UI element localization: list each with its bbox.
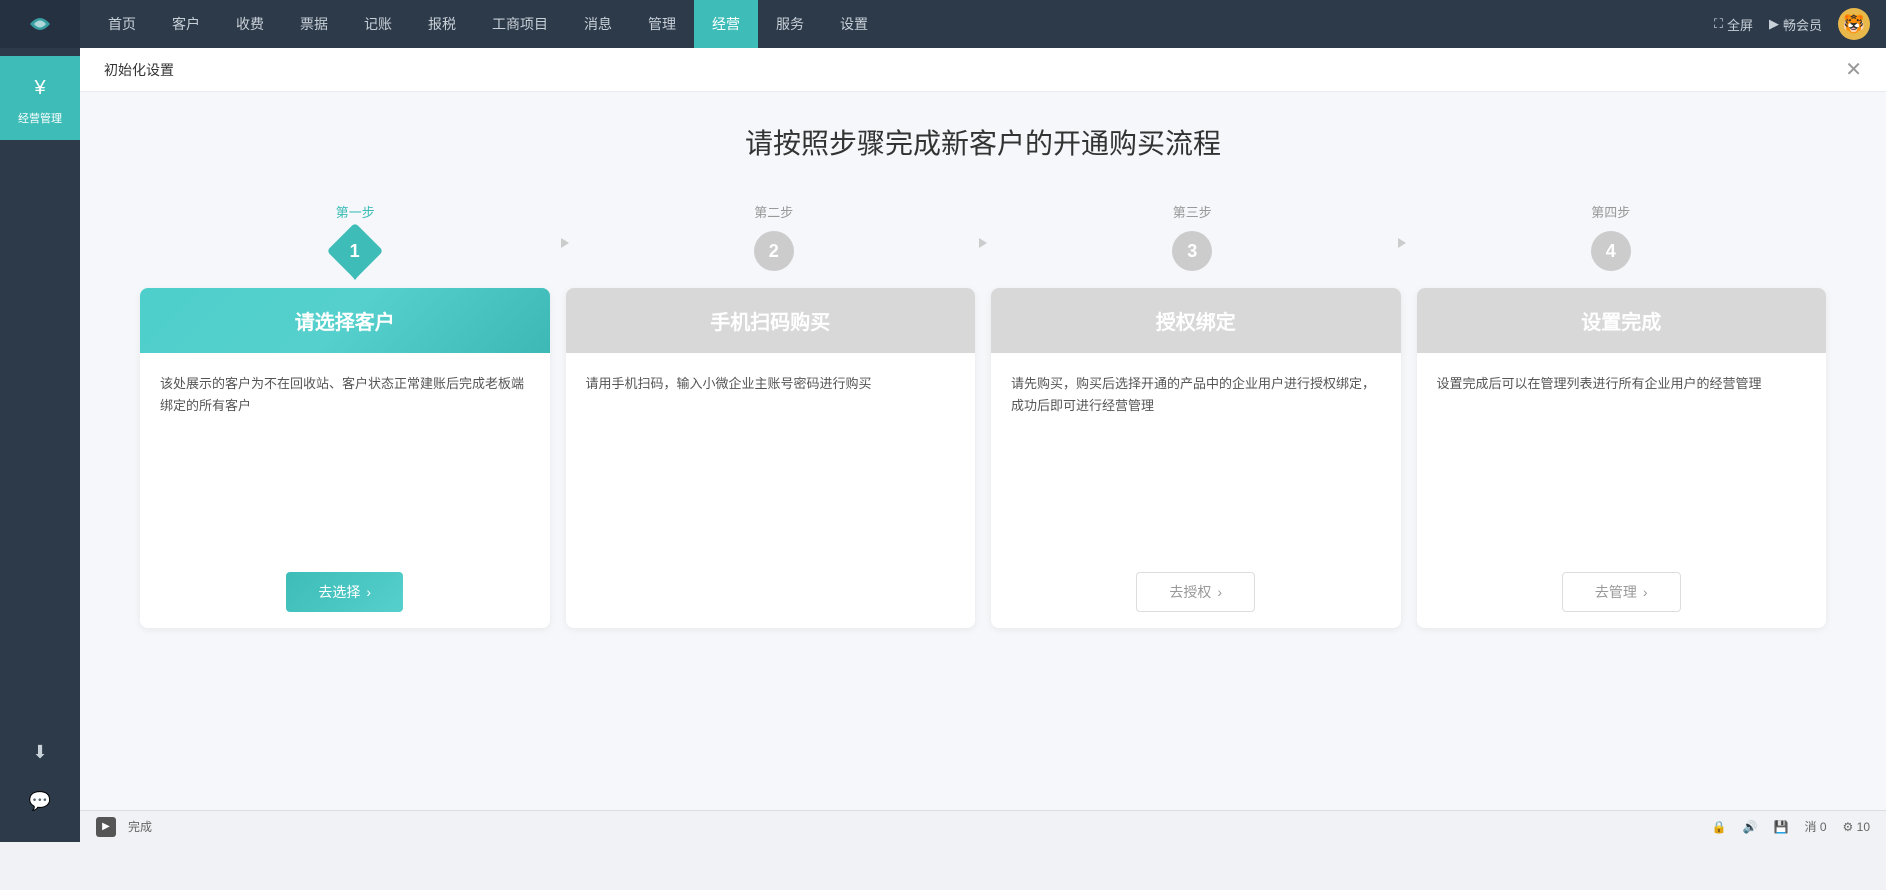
wizard-title: 请按照步骤完成新客户的开通购买流程: [140, 122, 1826, 162]
play-button[interactable]: ▶: [96, 817, 116, 837]
sidebar-support[interactable]: 💬: [0, 781, 80, 822]
management-icon: ¥: [22, 70, 58, 106]
nav-customer[interactable]: 客户: [154, 0, 218, 48]
step-card-3: 授权绑定 请先购买，购买后选择开通的产品中的企业用户进行授权绑定，成功后即可进行…: [991, 288, 1401, 628]
step-1-number: 1: [350, 240, 360, 261]
card-3-footer: 去授权 ›: [991, 556, 1401, 628]
wizard-body: 请按照步骤完成新客户的开通购买流程 第一步 1 第二步: [80, 92, 1886, 810]
sidebar-item-label: 经营管理: [18, 110, 62, 126]
breadcrumb: 初始化设置: [104, 60, 174, 80]
step-card-2: 手机扫码购买 请用手机扫码，输入小微企业主账号密码进行购买: [566, 288, 976, 628]
support-icon: 💬: [29, 791, 51, 812]
card-2-description: 请用手机扫码，输入小微企业主账号密码进行购买: [586, 373, 956, 576]
play-icon: ▶: [1769, 16, 1779, 32]
card-3-header: 授权绑定: [991, 288, 1401, 353]
status-shield-icon: 🔒: [1712, 820, 1727, 834]
sidebar: ¥ 经营管理 ⬇ 💬: [0, 0, 80, 842]
card-2-body: 请用手机扫码，输入小微企业主账号密码进行购买: [566, 353, 976, 596]
download-icon: ⬇: [32, 742, 47, 763]
card-1-description: 该处展示的客户为不在回收站、客户状态正常建账后完成老板端绑定的所有客户: [160, 373, 530, 536]
arrow-right-icon-4: ›: [1643, 584, 1648, 600]
card-1-title: 请选择客户: [295, 312, 395, 334]
arrow-3: [1398, 202, 1406, 248]
step-card-4: 设置完成 设置完成后可以在管理列表进行所有企业用户的经营管理 去管理 ›: [1417, 288, 1827, 628]
top-nav: 首页 客户 收费 票据 记账 报税 工商项目 消息 管理 经营 服务 设置 ⛶ …: [0, 0, 1886, 48]
nav-message[interactable]: 消息: [566, 0, 630, 48]
top-nav-right: ⛶ 全屏 ▶ 畅会员 🐯: [1714, 8, 1886, 40]
close-button[interactable]: ✕: [1845, 60, 1862, 80]
card-4-header: 设置完成: [1417, 288, 1827, 353]
step-2-circle: 2: [754, 231, 794, 271]
status-right: 🔒 🔊 💾 消 0 ⚙ 10: [1712, 818, 1870, 835]
main-content: 初始化设置 ✕ 请按照步骤完成新客户的开通购买流程 第一步 1: [80, 48, 1886, 810]
nav-invoice[interactable]: 票据: [282, 0, 346, 48]
status-sound-icon: 🔊: [1743, 820, 1758, 834]
card-3-btn[interactable]: 去授权 ›: [1136, 572, 1255, 612]
nav-tax[interactable]: 报税: [410, 0, 474, 48]
card-4-footer: 去管理 ›: [1417, 556, 1827, 628]
step-3-label: 第三步: [1173, 202, 1212, 221]
card-1-footer: 去选择 ›: [140, 556, 550, 628]
nav-settings[interactable]: 设置: [822, 0, 886, 48]
status-text: 完成: [128, 818, 152, 835]
sidebar-item-management[interactable]: ¥ 经营管理: [0, 56, 80, 140]
nav-fee[interactable]: 收费: [218, 0, 282, 48]
card-3-body: 请先购买，购买后选择开通的产品中的企业用户进行授权绑定，成功后即可进行经营管理: [991, 353, 1401, 556]
sidebar-download[interactable]: ⬇: [0, 732, 80, 773]
card-2-title: 手机扫码购买: [710, 312, 830, 334]
sidebar-bottom: ⬇ 💬: [0, 732, 80, 842]
arrow-2: [979, 202, 987, 248]
step-3-header: 第三步 3: [987, 202, 1398, 271]
arrow-1: [561, 202, 569, 248]
nav-operation[interactable]: 经营: [694, 0, 758, 48]
fullscreen-icon: ⛶: [1714, 16, 1723, 32]
card-4-body: 设置完成后可以在管理列表进行所有企业用户的经营管理: [1417, 353, 1827, 556]
breadcrumb-bar: 初始化设置 ✕: [80, 48, 1886, 92]
step-2-header: 第二步 2: [569, 202, 980, 271]
step-1-label: 第一步: [336, 202, 375, 221]
status-save-icon: 💾: [1774, 820, 1789, 834]
status-settings: ⚙ 10: [1843, 820, 1870, 834]
fullscreen-btn[interactable]: ⛶ 全屏: [1714, 15, 1753, 34]
card-4-btn[interactable]: 去管理 ›: [1562, 572, 1681, 612]
status-bar: ▶ 完成 🔒 🔊 💾 消 0 ⚙ 10: [80, 810, 1886, 842]
card-3-title: 授权绑定: [1156, 312, 1236, 334]
step-3-circle: 3: [1172, 231, 1212, 271]
sidebar-logo: [0, 0, 80, 48]
card-2-footer: [566, 596, 976, 628]
step-4-header: 第四步 4: [1406, 202, 1817, 271]
card-4-description: 设置完成后可以在管理列表进行所有企业用户的经营管理: [1437, 373, 1807, 536]
nav-manage[interactable]: 管理: [630, 0, 694, 48]
step-2-label: 第二步: [754, 202, 793, 221]
steps-row: 第一步 1 第二步 2: [140, 202, 1826, 280]
step-1-header: 第一步 1: [150, 202, 561, 280]
card-1-btn[interactable]: 去选择 ›: [286, 572, 403, 612]
step-card-1: 请选择客户 该处展示的客户为不在回收站、客户状态正常建账后完成老板端绑定的所有客…: [140, 288, 550, 628]
step-4-circle: 4: [1591, 231, 1631, 271]
step-4-label: 第四步: [1591, 202, 1630, 221]
vip-btn[interactable]: ▶ 畅会员: [1769, 15, 1822, 34]
nav-business[interactable]: 工商项目: [474, 0, 566, 48]
arrow-right-icon: ›: [366, 584, 371, 600]
avatar[interactable]: 🐯: [1838, 8, 1870, 40]
nav-service[interactable]: 服务: [758, 0, 822, 48]
card-2-header: 手机扫码购买: [566, 288, 976, 353]
nav-bookkeeping[interactable]: 记账: [346, 0, 410, 48]
cards-row: 请选择客户 该处展示的客户为不在回收站、客户状态正常建账后完成老板端绑定的所有客…: [140, 288, 1826, 628]
card-3-description: 请先购买，购买后选择开通的产品中的企业用户进行授权绑定，成功后即可进行经营管理: [1011, 373, 1381, 536]
nav-home[interactable]: 首页: [90, 0, 154, 48]
card-1-body: 该处展示的客户为不在回收站、客户状态正常建账后完成老板端绑定的所有客户: [140, 353, 550, 556]
arrow-right-icon-3: ›: [1217, 584, 1222, 600]
card-4-title: 设置完成: [1581, 312, 1661, 334]
status-messages: 消 0: [1805, 818, 1827, 835]
card-1-header: 请选择客户: [140, 288, 550, 353]
